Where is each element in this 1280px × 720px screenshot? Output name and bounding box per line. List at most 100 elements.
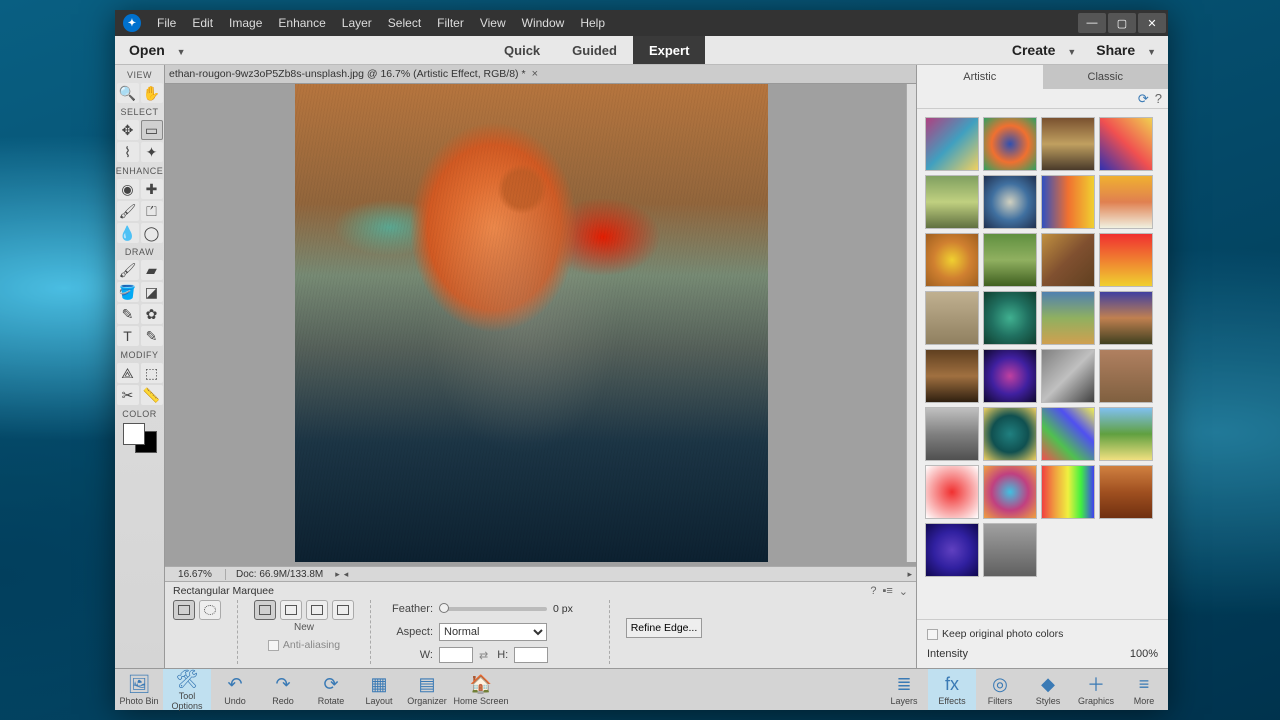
effect-thumb[interactable] [925, 465, 979, 519]
content-move-tool[interactable]: ✂ [117, 385, 139, 405]
maximize-button[interactable]: ▢ [1108, 13, 1136, 33]
menu-select[interactable]: Select [380, 16, 429, 30]
move-tool[interactable]: ✥ [117, 120, 139, 140]
panel-help-icon[interactable]: ? [1155, 91, 1162, 106]
effect-thumb[interactable] [983, 291, 1037, 345]
canvas-area[interactable] [165, 84, 916, 566]
redeye-tool[interactable]: ◉ [117, 179, 139, 199]
straighten-tool[interactable]: 📏 [141, 385, 163, 405]
menu-enhance[interactable]: Enhance [270, 16, 333, 30]
menu-edit[interactable]: Edit [184, 16, 221, 30]
tab-expert[interactable]: Expert [633, 36, 705, 64]
redo-button[interactable]: ↷Redo [259, 673, 307, 706]
effect-thumb[interactable] [925, 349, 979, 403]
crop-tool[interactable]: ⟁ [117, 363, 139, 383]
effect-thumb[interactable] [983, 175, 1037, 229]
eyedropper-tool[interactable]: ✎ [117, 304, 139, 324]
lasso-tool[interactable]: ⌇ [117, 142, 139, 162]
hscroll-right-icon[interactable]: ▸ [907, 569, 912, 580]
filters-button[interactable]: ◎Filters [976, 673, 1024, 706]
rotate-button[interactable]: ⟳Rotate [307, 673, 355, 706]
marquee-tool[interactable]: ▭ [141, 120, 163, 140]
effect-thumb[interactable] [983, 407, 1037, 461]
effect-thumb[interactable] [925, 233, 979, 287]
menu-view[interactable]: View [472, 16, 514, 30]
selection-new[interactable] [254, 600, 276, 620]
recompose-tool[interactable]: ⬚ [141, 363, 163, 383]
zoom-value[interactable]: 16.67% [165, 569, 225, 580]
marquee-rect-option[interactable] [173, 600, 195, 620]
brush-tool[interactable]: 🖌 [117, 260, 139, 280]
selection-intersect[interactable] [332, 600, 354, 620]
slider-knob[interactable] [439, 603, 449, 613]
menu-window[interactable]: Window [514, 16, 573, 30]
effect-thumb[interactable] [983, 523, 1037, 577]
effect-thumb[interactable] [1099, 175, 1153, 229]
effect-thumb[interactable] [1099, 349, 1153, 403]
color-swatches[interactable] [123, 423, 157, 453]
width-input[interactable] [439, 647, 473, 663]
effect-thumb[interactable] [925, 117, 979, 171]
hand-tool[interactable]: ✋ [141, 83, 163, 103]
undo-button[interactable]: ↶Undo [211, 673, 259, 706]
effect-thumb[interactable] [1041, 349, 1095, 403]
share-button[interactable]: Share ▼ [1082, 42, 1168, 58]
hscroll-left-icon[interactable]: ◂ [344, 569, 349, 580]
refine-edge-button[interactable]: Refine Edge... [626, 618, 702, 638]
more-button[interactable]: ≡More [1120, 673, 1168, 706]
gradient-tool[interactable]: ◪ [141, 282, 163, 302]
menu-file[interactable]: File [149, 16, 184, 30]
healing-tool[interactable]: ✚ [141, 179, 163, 199]
effect-thumb[interactable] [1099, 291, 1153, 345]
effect-thumb[interactable] [925, 175, 979, 229]
aspect-select[interactable]: Normal [439, 623, 547, 641]
photobin-button[interactable]: 🖼Photo Bin [115, 673, 163, 706]
menu-image[interactable]: Image [221, 16, 270, 30]
wand-tool[interactable]: ✦ [141, 142, 163, 162]
minimize-button[interactable]: — [1078, 13, 1106, 33]
sponge-tool[interactable]: ◯ [141, 223, 163, 243]
effects-button[interactable]: fxEffects [928, 669, 976, 710]
close-document-icon[interactable]: × [532, 68, 538, 80]
effect-thumb[interactable] [983, 349, 1037, 403]
collapse-icon[interactable]: ⌄ [899, 585, 908, 598]
graphics-button[interactable]: ＋Graphics [1072, 673, 1120, 706]
reset-icon[interactable]: ⟳ [1138, 91, 1149, 107]
anti-aliasing-checkbox[interactable] [268, 640, 279, 651]
effect-thumb[interactable] [1099, 233, 1153, 287]
blur-tool[interactable]: 💧 [117, 223, 139, 243]
home-button[interactable]: 🏠Home Screen [451, 673, 511, 706]
menu-layer[interactable]: Layer [334, 16, 380, 30]
effect-thumb[interactable] [983, 465, 1037, 519]
organizer-button[interactable]: ▤Organizer [403, 673, 451, 706]
effect-thumb[interactable] [1041, 407, 1095, 461]
effect-thumb[interactable] [1099, 465, 1153, 519]
effect-thumb[interactable] [925, 407, 979, 461]
shape-tool[interactable]: ✿ [141, 304, 163, 324]
effect-thumb[interactable] [1041, 291, 1095, 345]
selection-subtract[interactable] [306, 600, 328, 620]
document-tab[interactable]: ethan-rougon-9wz3oP5Zb8s-unsplash.jpg @ … [165, 65, 916, 84]
tool-options-button[interactable]: 🛠Tool Options [163, 669, 211, 710]
help-icon[interactable]: ? [870, 585, 876, 598]
effect-thumb[interactable] [1099, 117, 1153, 171]
tab-quick[interactable]: Quick [488, 36, 556, 64]
zoom-tool[interactable]: 🔍 [117, 83, 139, 103]
height-input[interactable] [514, 647, 548, 663]
layers-button[interactable]: ≣Layers [880, 673, 928, 706]
close-button[interactable]: ✕ [1138, 13, 1166, 33]
effect-thumb[interactable] [1041, 175, 1095, 229]
effect-thumb[interactable] [1041, 117, 1095, 171]
panel-menu-icon[interactable]: ▪≡ [882, 585, 892, 598]
keep-colors-checkbox[interactable] [927, 629, 938, 640]
smart-brush-tool[interactable]: 🖌 [117, 201, 139, 221]
paint-bucket-tool[interactable]: 🪣 [117, 282, 139, 302]
pencil-tool[interactable]: ✎ [141, 326, 163, 346]
clone-stamp-tool[interactable]: ⏍ [141, 201, 163, 221]
foreground-color[interactable] [123, 423, 145, 445]
swap-wh-icon[interactable]: ⇄ [479, 649, 488, 662]
effect-thumb[interactable] [1041, 233, 1095, 287]
layout-button[interactable]: ▦Layout [355, 673, 403, 706]
menu-filter[interactable]: Filter [429, 16, 472, 30]
type-tool[interactable]: T [117, 326, 139, 346]
